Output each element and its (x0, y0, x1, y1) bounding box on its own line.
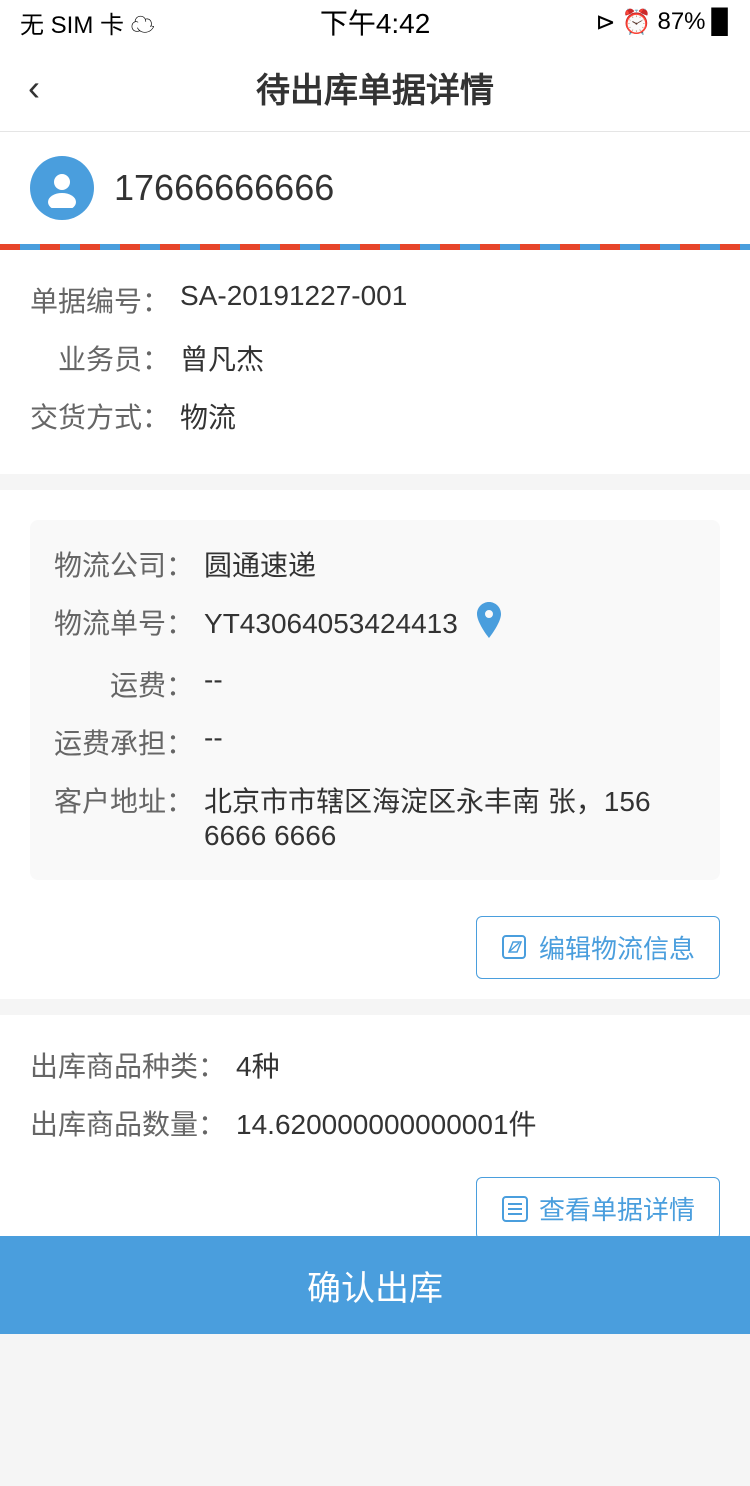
logistics-freight-row: 运费： -- (54, 664, 696, 704)
goods-quantity-row: 出库商品数量： 14.620000000000001件 (30, 1103, 720, 1143)
goods-quantity-label: 出库商品数量： (30, 1103, 226, 1143)
logistics-tracking-row: 物流单号： YT43064053424413 (54, 602, 696, 646)
logistics-tracking-value: YT43064053424413 (204, 602, 696, 646)
logistics-address-row: 客户地址： 北京市市辖区海淀区永丰南 张，156 6666 6666 (54, 780, 696, 852)
logistics-freight-value: -- (204, 664, 696, 696)
back-button[interactable]: ‹ (28, 67, 40, 109)
logistics-address-label: 客户地址： (54, 780, 194, 820)
status-bar: 无 SIM 卡 ☁ 下午4:42 ⊳ ⏰ 87% ▉ (0, 0, 750, 44)
goods-type-value: 4种 (236, 1045, 720, 1085)
delivery-row: 交货方式： 物流 (30, 396, 720, 436)
edit-logistics-button[interactable]: 编辑物流信息 (476, 916, 720, 979)
goods-type-row: 出库商品种类： 4种 (30, 1045, 720, 1085)
logistics-inner-card: 物流公司： 圆通速递 物流单号： YT43064053424413 运费： --… (30, 520, 720, 880)
goods-type-label: 出库商品种类： (30, 1045, 226, 1085)
logistics-company-label: 物流公司： (54, 544, 194, 584)
logistics-company-row: 物流公司： 圆通速递 (54, 544, 696, 584)
list-icon (501, 1195, 529, 1223)
alarm-icon: ⏰ (622, 8, 652, 37)
sim-status: 无 SIM 卡 ☁ (20, 5, 155, 40)
staff-value: 曾凡杰 (180, 338, 720, 378)
edit-logistics-btn-container: 编辑物流信息 (30, 900, 720, 999)
battery-icon: ▉ (712, 8, 730, 37)
tracking-number-text: YT43064053424413 (204, 608, 458, 640)
page-title: 待出库单据详情 (256, 63, 494, 112)
view-detail-button[interactable]: 查看单据详情 (476, 1177, 720, 1240)
location-icon[interactable] (474, 602, 504, 646)
view-detail-label: 查看单据详情 (539, 1190, 695, 1227)
delivery-value: 物流 (180, 396, 720, 436)
avatar (30, 156, 94, 220)
order-number-row: 单据编号： SA-20191227-001 (30, 280, 720, 320)
person-icon (42, 168, 82, 208)
edit-logistics-label: 编辑物流信息 (539, 929, 695, 966)
user-header: 17666666666 (0, 132, 750, 244)
status-bar-left: 无 SIM 卡 ☁ (20, 5, 155, 40)
logistics-section: 物流公司： 圆通速递 物流单号： YT43064053424413 运费： --… (0, 490, 750, 999)
logistics-freightbear-value: -- (204, 722, 696, 754)
user-phone: 17666666666 (114, 167, 334, 209)
logistics-address-value: 北京市市辖区海淀区永丰南 张，156 6666 6666 (204, 780, 696, 852)
order-number-label: 单据编号： (30, 280, 170, 320)
order-number-value: SA-20191227-001 (180, 280, 720, 312)
status-bar-right: ⊳ ⏰ 87% ▉ (595, 8, 730, 37)
logistics-tracking-label: 物流单号： (54, 602, 194, 642)
nav-bar: ‹ 待出库单据详情 (0, 44, 750, 132)
logistics-freight-label: 运费： (54, 664, 194, 704)
logistics-company-value: 圆通速递 (204, 544, 696, 584)
goods-quantity-value: 14.620000000000001件 (236, 1103, 720, 1143)
staff-row: 业务员： 曾凡杰 (30, 338, 720, 378)
bottom-area: 确认出库 (0, 1236, 750, 1334)
logistics-freightbear-label: 运费承担： (54, 722, 194, 762)
delivery-label: 交货方式： (30, 396, 170, 436)
order-info-section: 单据编号： SA-20191227-001 业务员： 曾凡杰 交货方式： 物流 (0, 250, 750, 474)
status-bar-time: 下午4:42 (320, 2, 431, 42)
logistics-freightbear-row: 运费承担： -- (54, 722, 696, 762)
goods-section: 出库商品种类： 4种 出库商品数量： 14.620000000000001件 查… (0, 1015, 750, 1270)
location-indicator: ⊳ (595, 8, 615, 37)
edit-icon (501, 934, 529, 962)
confirm-outbound-button[interactable]: 确认出库 (0, 1236, 750, 1334)
confirm-outbound-label: 确认出库 (307, 1261, 443, 1310)
staff-label: 业务员： (30, 338, 170, 378)
battery-level: 87% (657, 8, 705, 36)
